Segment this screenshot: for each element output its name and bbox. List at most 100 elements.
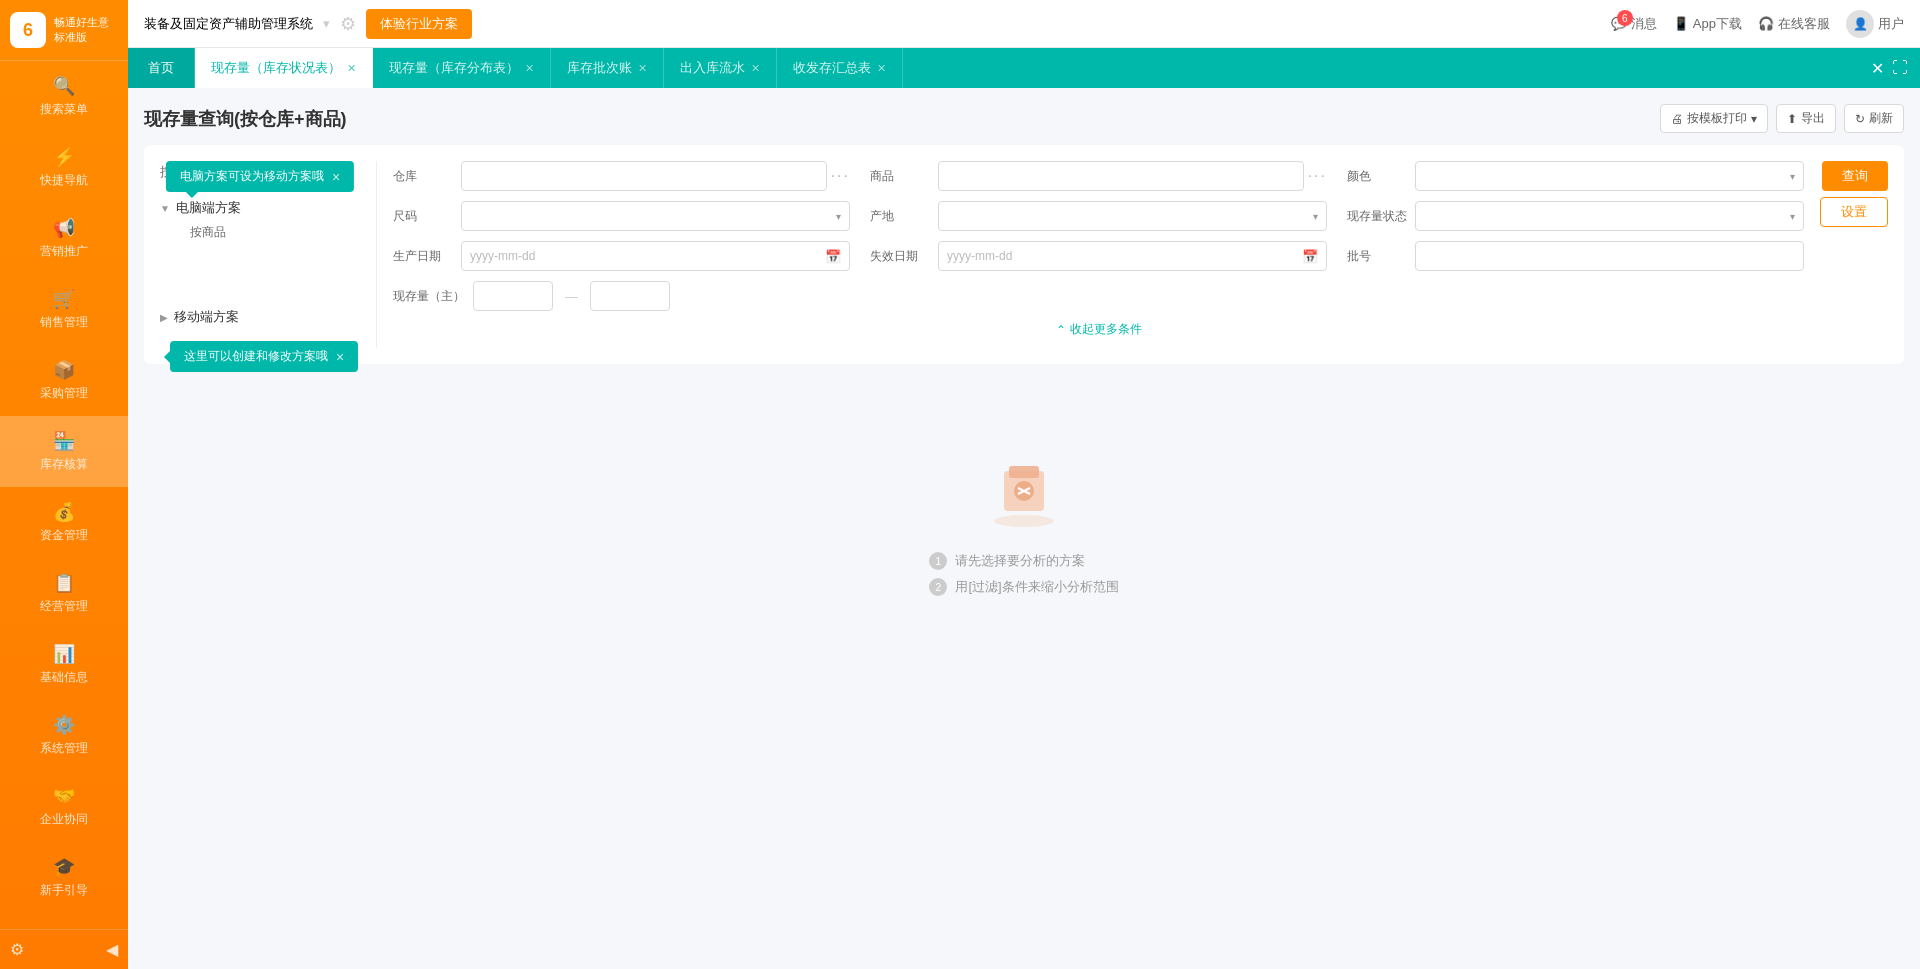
tab-batch-ledger[interactable]: 库存批次账 ✕ — [551, 48, 664, 88]
tab-stock-status[interactable]: 现存量（库存状况表） ✕ — [195, 48, 373, 88]
message-item[interactable]: 💬 6 消息 — [1611, 15, 1657, 33]
filter-stock-qty-row: 现存量（主） — — [393, 281, 850, 311]
stock-status-select[interactable]: ▾ — [1415, 201, 1804, 231]
filter-area: 按以下方案查询 ＋ ↻ « 电脑方案可设为移动方案哦 — [144, 145, 1904, 364]
tooltip2-close[interactable]: × — [336, 349, 344, 365]
batch-input[interactable] — [1415, 241, 1804, 271]
reset-btn[interactable]: 设置 — [1820, 197, 1888, 227]
sidebar-item-system[interactable]: ⚙️ 系统管理 — [0, 700, 128, 771]
trial-btn[interactable]: 体验行业方案 — [366, 9, 472, 39]
product-input[interactable] — [938, 161, 1304, 191]
sidebar-item-enterprise[interactable]: 🤝 企业协同 — [0, 771, 128, 842]
svg-rect-2 — [1009, 466, 1039, 478]
divider-vertical — [376, 161, 377, 348]
sidebar-item-basic[interactable]: 📊 基础信息 — [0, 629, 128, 700]
print-btn[interactable]: 🖨 按模板打印 ▾ — [1660, 104, 1768, 133]
tab-home[interactable]: 首页 — [128, 48, 195, 88]
tab-collect-summary[interactable]: 收发存汇总表 ✕ — [777, 48, 903, 88]
produce-date-start[interactable]: yyyy-mm-dd 📅 — [461, 241, 850, 271]
online-service-item[interactable]: 🎧 在线客服 — [1758, 15, 1830, 33]
tooltip1-close[interactable]: × — [332, 169, 340, 185]
calendar-icon: 📅 — [825, 249, 841, 264]
inventory-icon: 🏪 — [53, 430, 75, 452]
logo-area: 6 畅通好生意 标准版 — [0, 0, 128, 61]
sidebar-item-finance[interactable]: 💰 资金管理 — [0, 487, 128, 558]
sidebar-item-purchase[interactable]: 📦 采购管理 — [0, 345, 128, 416]
sidebar-item-quick[interactable]: ⚡ 快捷导航 — [0, 132, 128, 203]
sidebar-item-guide[interactable]: 🎓 新手引导 — [0, 842, 128, 913]
sidebar-item-operations[interactable]: 📋 经营管理 — [0, 558, 128, 629]
chevron-down-icon: ▾ — [1751, 112, 1757, 126]
collapse-icon[interactable]: ◀ — [106, 940, 118, 959]
tab-bar: 首页 现存量（库存状况表） ✕ 现存量（库存分布表） ✕ 库存批次账 ✕ 出入库… — [128, 48, 1920, 88]
product-more-icon[interactable]: ··· — [1308, 167, 1327, 185]
warehouse-more-icon[interactable]: ··· — [831, 167, 850, 185]
sidebar-footer: ⚙ ◀ — [0, 929, 128, 969]
color-select[interactable]: ▾ — [1415, 161, 1804, 191]
query-btn[interactable]: 查询 — [1822, 161, 1888, 191]
tab-close-collect-summary[interactable]: ✕ — [877, 62, 886, 75]
sidebar-item-search[interactable]: 🔍 搜索菜单 — [0, 61, 128, 132]
marketing-icon: 📢 — [53, 217, 75, 239]
settings-icon[interactable]: ⚙ — [10, 940, 24, 959]
tab-close-all-icon[interactable]: ✕ — [1871, 59, 1884, 78]
logo-icon: 6 — [10, 12, 46, 48]
filter-origin-row: 产地 ▾ — [870, 201, 1327, 231]
color-arrow-icon: ▾ — [1790, 171, 1795, 182]
refresh-btn[interactable]: ↻ 刷新 — [1844, 104, 1904, 133]
top-header: 装备及固定资产辅助管理系统 ▾ ⚙ 体验行业方案 💬 6 消息 📱 App下载 … — [128, 0, 1920, 48]
stock-status-arrow-icon: ▾ — [1790, 211, 1795, 222]
filter-grid: 仓库 ··· 商品 — [393, 161, 1804, 311]
tab-expand-icon[interactable]: ⛶ — [1892, 59, 1908, 77]
phone-icon: 📱 — [1673, 16, 1689, 31]
headset-icon: 🎧 — [1758, 16, 1774, 31]
sidebar-item-inventory[interactable]: 🏪 库存核算 — [0, 416, 128, 487]
empty-illustration — [974, 436, 1074, 536]
tooltip-create-scheme: 这里可以创建和修改方案哦 × — [170, 341, 358, 372]
sidebar-item-sales[interactable]: 🛒 销售管理 — [0, 274, 128, 345]
user-item[interactable]: 👤 用户 — [1846, 10, 1904, 38]
tab-inout-flow[interactable]: 出入库流水 ✕ — [664, 48, 777, 88]
sidebar-item-marketing[interactable]: 📢 营销推广 — [0, 203, 128, 274]
filter-product-row: 商品 ··· — [870, 161, 1327, 191]
operations-icon: 📋 — [53, 572, 75, 594]
collapse-more-btn[interactable]: ⌃ 收起更多条件 — [393, 311, 1804, 348]
header-left: 装备及固定资产辅助管理系统 ▾ ⚙ 体验行业方案 — [144, 9, 472, 39]
tab-close-stock-status[interactable]: ✕ — [347, 62, 356, 75]
origin-arrow-icon: ▾ — [1313, 211, 1318, 222]
tab-close-batch-ledger[interactable]: ✕ — [638, 62, 647, 75]
arrow-icon: ▼ — [160, 203, 170, 214]
refresh-icon: ↻ — [1855, 112, 1865, 126]
sidebar-nav: 🔍 搜索菜单 ⚡ 快捷导航 📢 营销推广 🛒 销售管理 📦 采购管理 🏪 库存核… — [0, 61, 128, 929]
sales-icon: 🛒 — [53, 288, 75, 310]
filter-size-row: 尺码 ▾ — [393, 201, 850, 231]
avatar: 👤 — [1846, 10, 1874, 38]
size-select[interactable]: ▾ — [461, 201, 850, 231]
scheme-group-mobile: ▶ 移动端方案 — [160, 304, 360, 330]
finance-icon: 💰 — [53, 501, 75, 523]
warehouse-input[interactable] — [461, 161, 827, 191]
tab-stock-dist[interactable]: 现存量（库存分布表） ✕ — [373, 48, 551, 88]
page-title: 现存量查询(按仓库+商品) — [144, 107, 347, 131]
quick-icon: ⚡ — [53, 146, 75, 168]
origin-select[interactable]: ▾ — [938, 201, 1327, 231]
tab-bar-right: ✕ ⛶ — [1871, 59, 1920, 78]
filter-stock-status-row: 现存量状态 ▾ — [1347, 201, 1804, 231]
tab-close-stock-dist[interactable]: ✕ — [525, 62, 534, 75]
logo-text: 畅通好生意 标准版 — [54, 15, 109, 46]
page-header: 现存量查询(按仓库+商品) 🖨 按模板打印 ▾ ⬆ 导出 ↻ 刷新 — [144, 104, 1904, 133]
export-btn[interactable]: ⬆ 导出 — [1776, 104, 1836, 133]
stock-qty-min[interactable] — [473, 281, 553, 311]
filter-batch-row: 批号 — [1347, 241, 1804, 271]
scheme-mobile-header[interactable]: ▶ 移动端方案 — [160, 304, 360, 330]
tab-close-inout-flow[interactable]: ✕ — [751, 62, 760, 75]
scheme-desktop-children: 按商品 — [160, 221, 360, 244]
stock-qty-max[interactable] — [590, 281, 670, 311]
app-download-item[interactable]: 📱 App下载 — [1673, 15, 1742, 33]
sidebar: 6 畅通好生意 标准版 🔍 搜索菜单 ⚡ 快捷导航 📢 营销推广 🛒 销售管理 … — [0, 0, 128, 969]
filter-color-row: 颜色 ▾ — [1347, 161, 1804, 191]
empty-tips: 1 请先选择要分析的方案 2 用[过滤]条件来缩小分析范围 — [929, 552, 1118, 596]
expire-date-start[interactable]: yyyy-mm-dd 📅 — [938, 241, 1327, 271]
scheme-child-product[interactable]: 按商品 — [180, 221, 360, 244]
svg-point-0 — [994, 515, 1054, 527]
